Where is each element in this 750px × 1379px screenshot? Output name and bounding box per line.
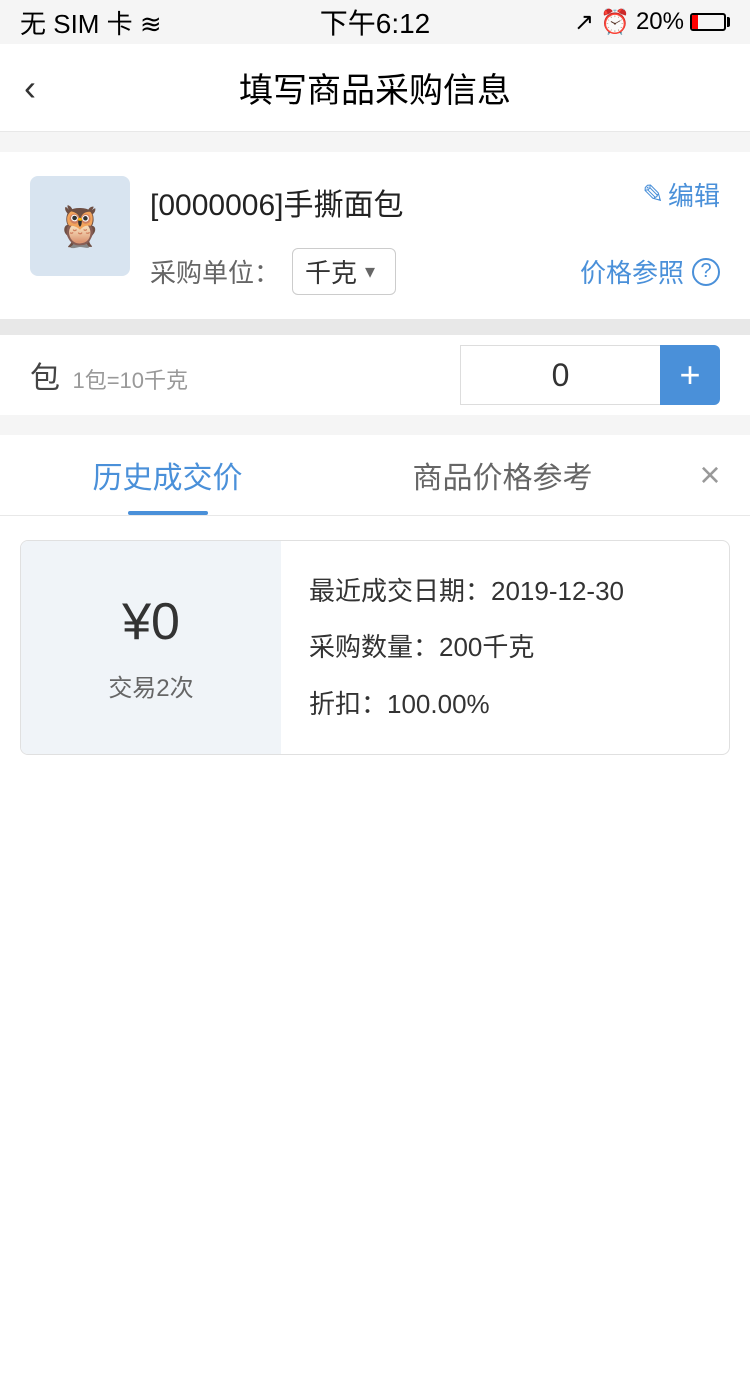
quantity-input[interactable] <box>460 345 660 405</box>
chevron-down-icon: ▾ <box>365 259 375 284</box>
product-card: 🦉 [0000006]手撕面包 采购单位： 千克 ▾ ✎ 编辑 <box>0 152 750 319</box>
quantity-conversion-label: 1包=10千克 <box>72 368 188 393</box>
purchase-quantity-label: 采购数量： <box>309 632 439 662</box>
clock: 下午6:12 <box>320 2 431 42</box>
tab-product-price-ref-label: 商品价格参考 <box>413 453 593 497</box>
tabs-container: 历史成交价 商品价格参考 × ¥0 交易2次 最近成交日期：2019-12-30… <box>0 435 750 1379</box>
signal-indicator: 无 SIM 卡 ≋ <box>20 4 162 41</box>
price-reference-button[interactable]: 价格参照 ? <box>580 253 720 290</box>
discount-row: 折扣：100.00% <box>309 686 701 722</box>
location-icon: ↗ <box>574 8 594 37</box>
content-area <box>0 779 750 1379</box>
price-card-left: ¥0 交易2次 <box>21 541 281 754</box>
quantity-label-area: 包 1包=10千克 <box>30 353 188 397</box>
product-unit-row: 采购单位： 千克 ▾ <box>150 248 403 295</box>
price-card: ¥0 交易2次 最近成交日期：2019-12-30 采购数量：200千克 折扣：… <box>20 540 730 755</box>
price-card-right: 最近成交日期：2019-12-30 采购数量：200千克 折扣：100.00% <box>281 541 729 754</box>
product-name: [0000006]手撕面包 <box>150 180 403 224</box>
recent-date-label: 最近成交日期： <box>309 576 491 606</box>
recent-date-value: 2019-12-30 <box>491 576 624 606</box>
price-amount: ¥0 <box>122 592 180 652</box>
quantity-controls: + <box>460 345 720 405</box>
quantity-unit-label: 包 <box>30 362 60 395</box>
product-thumb-icon: 🦉 <box>55 203 105 250</box>
edit-icon: ✎ <box>642 179 664 210</box>
quantity-plus-button[interactable]: + <box>660 345 720 405</box>
price-ref-label: 价格参照 <box>580 253 684 290</box>
section-divider <box>0 319 750 335</box>
tab-product-price-ref[interactable]: 商品价格参考 <box>335 435 670 515</box>
page-title: 填写商品采购信息 <box>239 63 511 112</box>
tabs-close-button[interactable]: × <box>670 435 750 515</box>
back-button[interactable]: ‹ <box>24 67 36 109</box>
tab-history-price[interactable]: 历史成交价 <box>0 435 335 515</box>
unit-label: 采购单位： <box>150 253 280 290</box>
discount-label: 折扣： <box>309 689 387 719</box>
product-thumbnail: 🦉 <box>30 176 130 276</box>
tab-history-price-label: 历史成交价 <box>93 453 243 497</box>
unit-value: 千克 <box>305 253 357 290</box>
product-left: 🦉 [0000006]手撕面包 采购单位： 千克 ▾ <box>30 176 403 295</box>
product-info: [0000006]手撕面包 采购单位： 千克 ▾ <box>150 176 403 295</box>
discount-value: 100.00% <box>387 689 490 719</box>
product-header: 🦉 [0000006]手撕面包 采购单位： 千克 ▾ ✎ 编辑 <box>30 176 720 295</box>
purchase-quantity-row: 采购数量：200千克 <box>309 629 701 665</box>
product-actions: ✎ 编辑 价格参照 ? <box>580 176 720 290</box>
recent-date-row: 最近成交日期：2019-12-30 <box>309 573 701 609</box>
price-transactions: 交易2次 <box>108 668 193 703</box>
product-title: 手撕面包 <box>283 189 403 222</box>
edit-button[interactable]: ✎ 编辑 <box>642 176 720 213</box>
battery-indicator <box>690 13 730 31</box>
status-right: ↗ ⏰ 20% <box>574 8 730 37</box>
edit-label: 编辑 <box>668 176 720 213</box>
unit-select[interactable]: 千克 ▾ <box>292 248 396 295</box>
battery-percent: 20% <box>636 8 684 36</box>
navigation-bar: ‹ 填写商品采购信息 <box>0 44 750 132</box>
purchase-quantity-value: 200千克 <box>439 632 534 662</box>
status-bar: 无 SIM 卡 ≋ 下午6:12 ↗ ⏰ 20% <box>0 0 750 44</box>
help-icon: ? <box>692 258 720 286</box>
alarm-icon: ⏰ <box>600 8 630 37</box>
tabs-header: 历史成交价 商品价格参考 × <box>0 435 750 516</box>
product-id: [0000006] <box>150 189 283 222</box>
quantity-row: 包 1包=10千克 + <box>0 335 750 415</box>
